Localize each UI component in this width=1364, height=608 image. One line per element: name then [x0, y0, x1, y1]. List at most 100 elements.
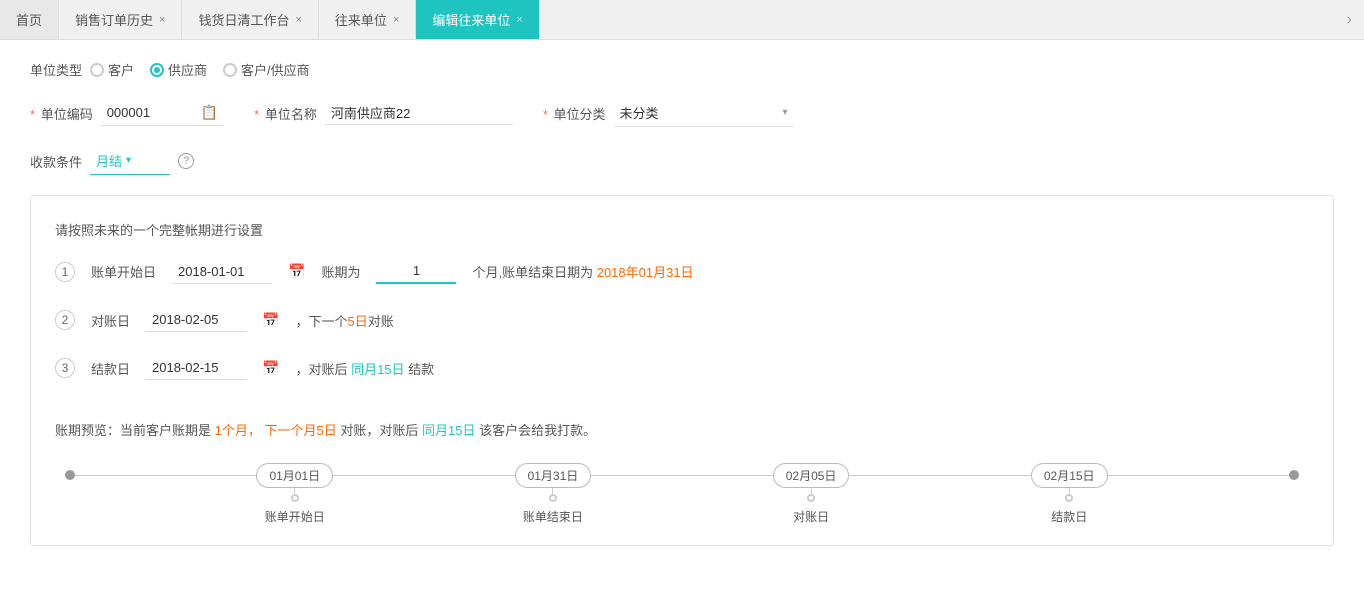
step-3-row: 3 结款日 📅 ，对账后 同月15日 结款: [55, 356, 1309, 380]
unit-code-input-wrapper: 📋: [101, 100, 224, 126]
step-3-date-input[interactable]: [146, 356, 246, 380]
timeline-points: 01月01日 账单开始日 01月31日 账单结束日: [65, 463, 1299, 525]
tab-bar: 首页 销售订单历史 × 钱货日清工作台 × 往来单位 × 编辑往来单位 × ›: [0, 0, 1364, 40]
step-2-highlight: 5日: [347, 314, 367, 329]
settings-panel: 请按照未来的一个完整帐期进行设置 1 账单开始日 📅 账期为 个月,账单结束日期…: [30, 195, 1334, 546]
preview-part2: 下一个月5日: [265, 423, 337, 438]
tab-cash-work-close[interactable]: ×: [295, 14, 301, 26]
preview-part4: 同月15日: [422, 423, 475, 438]
tab-edit-partner-close[interactable]: ×: [516, 14, 522, 26]
timeline-date-4: 02月15日: [1031, 463, 1108, 488]
step-3-label: 结款日: [91, 359, 130, 378]
timeline-start-dot: [65, 470, 75, 480]
timeline-container: 01月01日 账单开始日 01月31日 账单结束日: [55, 463, 1309, 525]
radio-supplier-label: 供应商: [168, 60, 207, 79]
unit-code-group: * 单位编码 📋: [30, 100, 224, 126]
preview-text: 账期预览：当前客户账期是 1个月， 下一个月5日 对账，对账后 同月15日 该客…: [55, 420, 1309, 439]
main-content: 单位类型 客户 供应商 客户/供应商 * 单位编码: [0, 40, 1364, 608]
tab-home[interactable]: 首页: [0, 0, 59, 39]
step-1-row: 1 账单开始日 📅 账期为 个月,账单结束日期为 2018年01月31日: [55, 259, 1309, 284]
unit-name-star: *: [254, 107, 259, 122]
tab-cash-work-label: 钱货日清工作台: [198, 10, 289, 29]
unit-code-input[interactable]: [107, 105, 197, 120]
timeline-end: [1289, 463, 1299, 480]
radio-both[interactable]: 客户/供应商: [223, 60, 310, 79]
tab-edit-partner[interactable]: 编辑往来单位 ×: [416, 0, 539, 39]
radio-customer[interactable]: 客户: [90, 60, 134, 79]
unit-category-select[interactable]: 未分类 ▾: [614, 99, 794, 127]
step-3-highlight: 同月15日: [351, 362, 404, 377]
tab-edit-partner-label: 编辑往来单位: [432, 10, 510, 29]
payment-terms-value: 月结: [96, 151, 122, 170]
step-3-cal-icon[interactable]: 📅: [262, 360, 279, 377]
step-2-cal-icon[interactable]: 📅: [262, 312, 279, 329]
timeline-dot-2: [549, 494, 557, 502]
timeline-end-dot: [1289, 470, 1299, 480]
step-3-number: 3: [55, 358, 75, 378]
timeline-date-3: 02月05日: [773, 463, 850, 488]
timeline-date-1: 01月01日: [256, 463, 333, 488]
step-1-label: 账单开始日: [91, 262, 156, 281]
tab-sales-history-label: 销售订单历史: [75, 10, 153, 29]
unit-info-row: * 单位编码 📋 * 单位名称 * 单位分类 未分类 ▾: [30, 99, 1334, 127]
timeline-start: [65, 463, 75, 480]
unit-code-star: *: [30, 107, 35, 122]
unit-name-input[interactable]: [325, 101, 513, 125]
panel-title: 请按照未来的一个完整帐期进行设置: [55, 220, 1309, 239]
step-1-cal-icon[interactable]: 📅: [288, 263, 305, 280]
step-1-mid-text: 账期为: [321, 262, 360, 281]
timeline-dot-3: [807, 494, 815, 502]
payment-terms-label: 收款条件: [30, 152, 82, 171]
step-3-desc: ，对账后 同月15日 结款: [295, 359, 434, 378]
radio-customer-label: 客户: [108, 60, 134, 79]
unit-category-group: * 单位分类 未分类 ▾: [543, 99, 794, 127]
timeline-point-2: 01月31日 账单结束日: [515, 463, 592, 525]
timeline-label-2: 账单结束日: [523, 508, 583, 525]
step-2-desc: ，下一个5日对账: [295, 311, 393, 330]
step-2-label: 对账日: [91, 311, 130, 330]
unit-code-label: * 单位编码: [30, 104, 93, 123]
step-1-suffix: 个月,账单结束日期为 2018年01月31日: [472, 262, 693, 281]
preview-section: 账期预览：当前客户账期是 1个月， 下一个月5日 对账，对账后 同月15日 该客…: [55, 404, 1309, 525]
payment-terms-help-icon[interactable]: ?: [178, 153, 194, 169]
step-1-period-input[interactable]: [376, 259, 456, 284]
unit-type-radios: 客户 供应商 客户/供应商: [90, 60, 310, 79]
tab-sales-history[interactable]: 销售订单历史 ×: [59, 0, 182, 39]
tab-partner-units-close[interactable]: ×: [393, 14, 399, 26]
step-1-number: 1: [55, 262, 75, 282]
timeline-point-1: 01月01日 账单开始日: [256, 463, 333, 525]
unit-category-label: * 单位分类: [543, 104, 606, 123]
preview-part1: 1个月，: [215, 423, 261, 438]
radio-customer-circle: [90, 63, 104, 77]
radio-both-circle: [223, 63, 237, 77]
unit-type-label: 单位类型: [30, 60, 82, 79]
unit-type-row: 单位类型 客户 供应商 客户/供应商: [30, 60, 1334, 79]
unit-code-icon[interactable]: 📋: [201, 104, 218, 121]
radio-supplier[interactable]: 供应商: [150, 60, 207, 79]
step-2-date-input[interactable]: [146, 308, 246, 332]
payment-terms-select[interactable]: 月结 ▾: [90, 147, 170, 175]
tab-sales-history-close[interactable]: ×: [159, 14, 165, 26]
payment-terms-down-icon: ▾: [126, 155, 131, 166]
step-1-highlight-date: 2018年01月31日: [597, 265, 694, 280]
tab-cash-work[interactable]: 钱货日清工作台 ×: [182, 0, 318, 39]
tab-partner-units[interactable]: 往来单位 ×: [319, 0, 416, 39]
unit-category-value: 未分类: [620, 103, 659, 122]
payment-terms-row: 收款条件 月结 ▾ ?: [30, 147, 1334, 175]
unit-type-group: 单位类型 客户 供应商 客户/供应商: [30, 60, 310, 79]
timeline-date-2: 01月31日: [515, 463, 592, 488]
timeline-dot-1: [291, 494, 299, 502]
step-1-date-input[interactable]: [172, 260, 272, 284]
payment-terms-group: 收款条件 月结 ▾ ?: [30, 147, 194, 175]
radio-both-label: 客户/供应商: [241, 60, 310, 79]
unit-category-star: *: [543, 107, 548, 122]
timeline-label-1: 账单开始日: [265, 508, 325, 525]
timeline-dot-4: [1065, 494, 1073, 502]
timeline-point-3: 02月05日 对账日: [773, 463, 850, 525]
category-down-icon: ▾: [783, 107, 788, 118]
timeline-point-4: 02月15日 结款日: [1031, 463, 1108, 525]
tab-partner-units-label: 往来单位: [335, 10, 387, 29]
unit-name-group: * 单位名称: [254, 101, 513, 125]
tab-scroll-right[interactable]: ›: [1335, 0, 1364, 39]
tab-home-label: 首页: [16, 10, 42, 29]
